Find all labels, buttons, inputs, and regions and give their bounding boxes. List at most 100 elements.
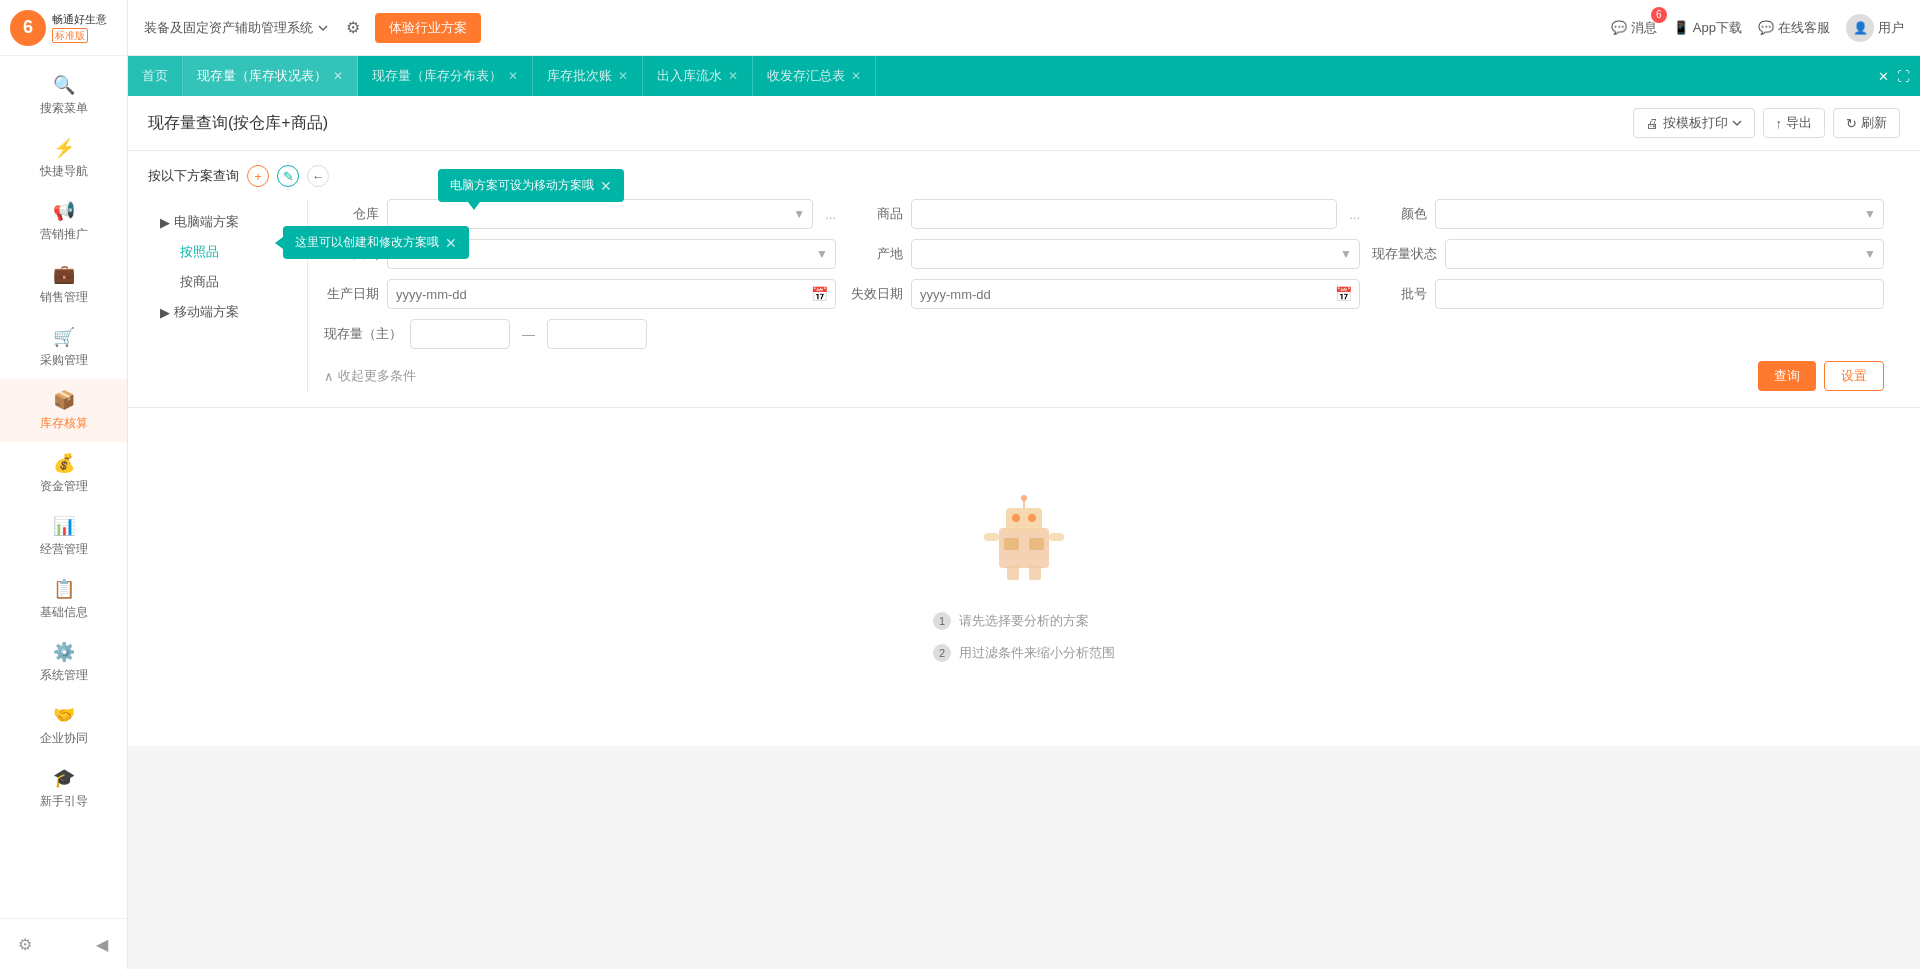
tab-bar: 首页 现存量（库存状况表） ✕ 现存量（库存分布表） ✕ 库存批次账 ✕ 出入库… xyxy=(128,56,1920,96)
tab-bar-end: ✕ ⛶ xyxy=(1868,69,1920,84)
field-goods: 商品 ... xyxy=(848,199,1360,229)
scheme-item-goods[interactable]: 按商品 xyxy=(168,267,307,297)
header-gear-btn[interactable]: ⚙ xyxy=(339,14,367,42)
quicknav-icon: ⚡ xyxy=(53,137,75,159)
sidebar-item-cooperation[interactable]: 🤝 企业协同 xyxy=(0,694,127,757)
scheme-mobile-arrow: ▶ xyxy=(160,305,170,320)
online-support-btn[interactable]: 💬 在线客服 xyxy=(1758,19,1830,37)
tab-close-inout[interactable]: ✕ xyxy=(728,69,738,83)
tab-inout[interactable]: 出入库流水 ✕ xyxy=(643,56,753,96)
empty-step-1: 1 请先选择要分析的方案 xyxy=(933,608,1115,634)
field-stock-status: 现存量状态 ▼ xyxy=(1372,239,1884,269)
filter-fields-area: 仓库 ▼ ... 商品 ... xyxy=(308,199,1900,393)
goods-select-wrapper xyxy=(911,199,1337,229)
stock-main-end[interactable] xyxy=(547,319,647,349)
collapse-sidebar-btn[interactable]: ◀ xyxy=(87,929,117,959)
settings-bottom-btn[interactable]: ⚙ xyxy=(10,929,40,959)
tooltip-2: 这里可以创建和修改方案哦 ✕ xyxy=(283,226,469,259)
origin-select[interactable] xyxy=(911,239,1360,269)
sales-icon: 💼 xyxy=(53,263,75,285)
tab-close-inventory-dist[interactable]: ✕ xyxy=(508,69,518,83)
sidebar-bottom: ⚙ ◀ xyxy=(0,918,127,969)
system-title-dropdown[interactable]: 装备及固定资产辅助管理系统 xyxy=(144,19,329,37)
tab-close-batch[interactable]: ✕ xyxy=(618,69,628,83)
svg-rect-10 xyxy=(984,533,999,541)
tab-inventory-dist[interactable]: 现存量（库存分布表） ✕ xyxy=(358,56,533,96)
tab-close-all-icon[interactable]: ✕ xyxy=(1878,69,1889,84)
batch-input[interactable] xyxy=(1435,279,1884,309)
refresh-btn[interactable]: ↻ 刷新 xyxy=(1833,108,1900,138)
user-area[interactable]: 👤 用户 xyxy=(1846,14,1904,42)
field-stock-main: 现存量（主） — xyxy=(324,319,836,349)
prod-date-start[interactable] xyxy=(387,279,836,309)
expiry-date-cal-icon: 📅 xyxy=(1335,286,1352,302)
collapse-btn[interactable]: ∧ 收起更多条件 xyxy=(324,359,416,393)
sidebar-item-baseinfo[interactable]: 📋 基础信息 xyxy=(0,568,127,631)
back-scheme-btn[interactable]: ← xyxy=(307,165,329,187)
sidebar-item-marketing[interactable]: 📢 营销推广 xyxy=(0,190,127,253)
tab-fullscreen-icon[interactable]: ⛶ xyxy=(1897,69,1910,84)
stock-status-select[interactable] xyxy=(1445,239,1884,269)
empty-state: 1 请先选择要分析的方案 2 用过滤条件来缩小分析范围 xyxy=(128,408,1920,746)
stock-main-start[interactable] xyxy=(410,319,510,349)
field-expiry-date: 失效日期 📅 xyxy=(848,279,1360,309)
empty-step-2: 2 用过滤条件来缩小分析范围 xyxy=(933,640,1115,666)
tab-inventory-status[interactable]: 现存量（库存状况表） ✕ xyxy=(183,56,358,96)
empty-illustration xyxy=(974,488,1074,588)
tab-summary[interactable]: 收发存汇总表 ✕ xyxy=(753,56,876,96)
warehouse-more-btn[interactable]: ... xyxy=(825,207,836,222)
settings-btn[interactable]: 设置 xyxy=(1824,361,1884,391)
scheme-desktop-arrow: ▶ xyxy=(160,215,170,230)
tooltip-2-close[interactable]: ✕ xyxy=(445,235,457,251)
filter-row-1: 仓库 ▼ ... 商品 ... xyxy=(324,199,1884,229)
sidebar-item-purchase[interactable]: 🛒 采购管理 xyxy=(0,316,127,379)
svg-rect-1 xyxy=(1004,538,1019,550)
message-badge: 6 xyxy=(1651,7,1667,23)
sidebar-item-finance[interactable]: 💰 资金管理 xyxy=(0,442,127,505)
page-header: 现存量查询(按仓库+商品) 🖨 按模板打印 ↑ 导出 ↻ 刷新 xyxy=(128,96,1920,151)
expiry-date-start-wrapper: 📅 xyxy=(911,279,1360,309)
app-download-btn[interactable]: 📱 App下载 xyxy=(1673,19,1742,37)
search-btn[interactable]: 查询 xyxy=(1758,361,1816,391)
tab-home[interactable]: 首页 xyxy=(128,56,183,96)
sidebar-item-guide[interactable]: 🎓 新手引导 xyxy=(0,757,127,820)
content-area: 现存量查询(按仓库+商品) 🖨 按模板打印 ↑ 导出 ↻ 刷新 xyxy=(128,96,1920,969)
tab-close-summary[interactable]: ✕ xyxy=(851,69,861,83)
tab-batch[interactable]: 库存批次账 ✕ xyxy=(533,56,643,96)
svg-rect-8 xyxy=(1007,566,1019,580)
baseinfo-icon: 📋 xyxy=(53,578,75,600)
sidebar-item-inventory[interactable]: 📦 库存核算 xyxy=(0,379,127,442)
page-actions: 🖨 按模板打印 ↑ 导出 ↻ 刷新 xyxy=(1633,108,1901,138)
guide-icon: 🎓 xyxy=(53,767,75,789)
tooltip-1-close[interactable]: ✕ xyxy=(600,178,612,194)
trial-btn[interactable]: 体验行业方案 xyxy=(375,13,481,43)
goods-more-btn[interactable]: ... xyxy=(1349,207,1360,222)
search-action-area: 查询 设置 xyxy=(1758,361,1884,391)
message-btn[interactable]: 💬 消息 6 xyxy=(1611,19,1657,37)
sidebar-item-search[interactable]: 🔍 搜索菜单 xyxy=(0,64,127,127)
svg-point-5 xyxy=(1028,514,1036,522)
goods-select[interactable] xyxy=(911,199,1337,229)
avatar: 👤 xyxy=(1846,14,1874,42)
add-scheme-btn[interactable]: + xyxy=(247,165,269,187)
expiry-date-start[interactable] xyxy=(911,279,1360,309)
color-select[interactable] xyxy=(1435,199,1884,229)
warehouse-select[interactable] xyxy=(387,199,813,229)
sidebar-item-quicknav[interactable]: ⚡ 快捷导航 xyxy=(0,127,127,190)
sidebar-item-operations[interactable]: 📊 经营管理 xyxy=(0,505,127,568)
field-origin: 产地 ▼ xyxy=(848,239,1360,269)
system-icon: ⚙️ xyxy=(53,641,75,663)
print-btn[interactable]: 🖨 按模板打印 xyxy=(1633,108,1755,138)
export-btn[interactable]: ↑ 导出 xyxy=(1763,108,1826,138)
mobile-icon: 📱 xyxy=(1673,20,1689,35)
sidebar-item-system[interactable]: ⚙️ 系统管理 xyxy=(0,631,127,694)
logo-area: 6 畅通好生意 标准版 xyxy=(0,0,127,56)
edit-scheme-btn[interactable]: ✎ xyxy=(277,165,299,187)
sidebar-nav: 🔍 搜索菜单 ⚡ 快捷导航 📢 营销推广 💼 销售管理 🛒 采购管理 📦 库存核… xyxy=(0,56,127,918)
scheme-mobile[interactable]: ▶ 移动端方案 xyxy=(148,297,307,327)
support-icon: 💬 xyxy=(1758,20,1774,35)
empty-tips: 1 请先选择要分析的方案 2 用过滤条件来缩小分析范围 xyxy=(933,608,1115,666)
sidebar-item-sales[interactable]: 💼 销售管理 xyxy=(0,253,127,316)
tab-close-inventory-status[interactable]: ✕ xyxy=(333,69,343,83)
filter-header: 按以下方案查询 + ✎ ← xyxy=(148,165,1900,187)
